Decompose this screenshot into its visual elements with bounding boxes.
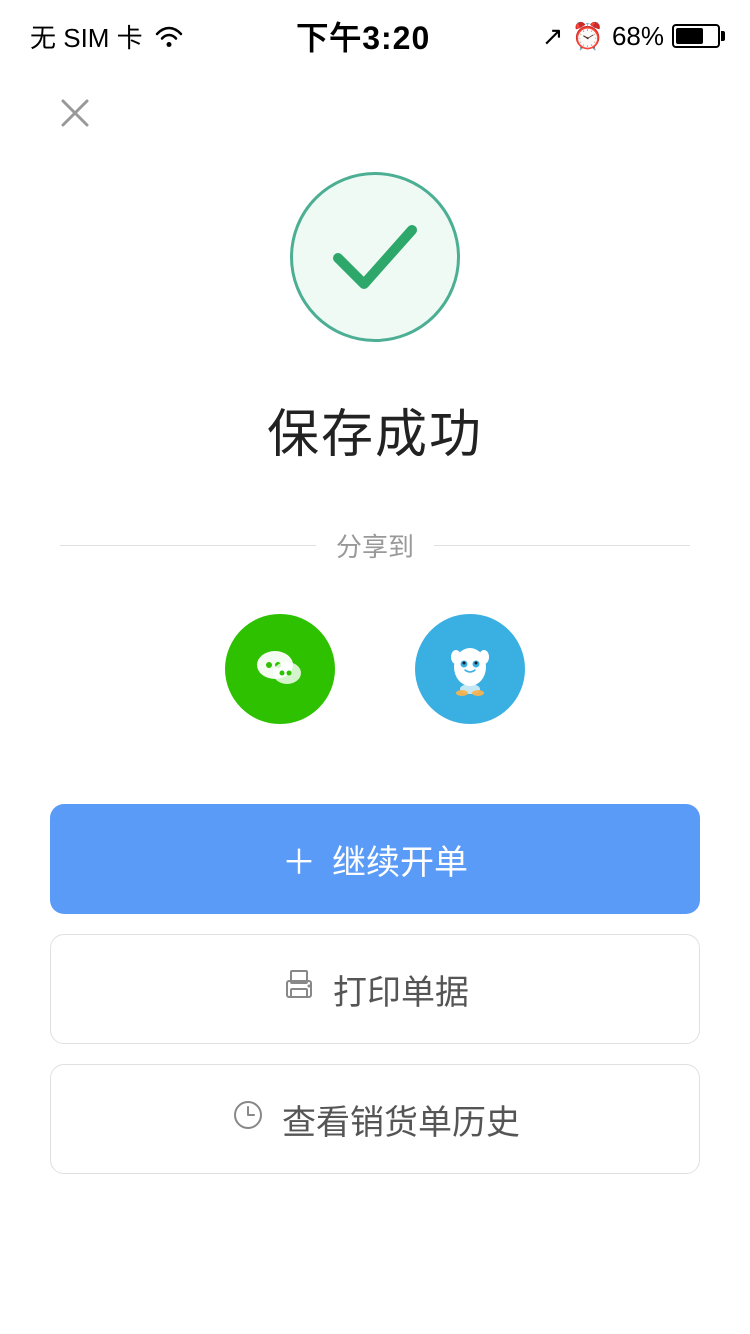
- action-buttons: ＋ 继续开单 打印单据 查看销货单历史: [0, 804, 750, 1174]
- status-bar: 无 SIM 卡 下午3:20 ↗ ⏰ 68%: [0, 0, 750, 72]
- divider-label: 分享到: [316, 527, 434, 564]
- status-left: 无 SIM 卡: [30, 18, 185, 55]
- divider-right: [434, 545, 690, 546]
- status-time: 下午3:20: [296, 13, 430, 59]
- status-right: ↗ ⏰ 68%: [542, 21, 720, 52]
- qq-icon: [438, 637, 502, 701]
- checkmark-icon: [330, 222, 420, 292]
- main-content: 保存成功 分享到: [0, 72, 750, 1174]
- history-label: 查看销货单历史: [282, 1095, 520, 1144]
- plus-icon: ＋: [282, 835, 316, 884]
- qq-share-button[interactable]: [415, 614, 525, 724]
- close-button[interactable]: [50, 88, 100, 138]
- print-label: 打印单据: [333, 965, 469, 1014]
- history-icon: [230, 1097, 266, 1142]
- printer-icon: [281, 967, 317, 1012]
- alarm-icon: ⏰: [572, 21, 604, 52]
- battery-icon: [672, 24, 720, 48]
- share-divider: 分享到: [0, 527, 750, 564]
- divider-left: [60, 545, 316, 546]
- wifi-icon: [153, 25, 185, 47]
- continue-order-label: 继续开单: [332, 835, 468, 884]
- print-button[interactable]: 打印单据: [50, 934, 700, 1044]
- wechat-icon: [248, 637, 312, 701]
- success-title: 保存成功: [267, 392, 483, 467]
- carrier-text: 无 SIM 卡: [30, 18, 143, 55]
- share-icons: [225, 614, 525, 724]
- location-icon: ↗: [542, 21, 564, 52]
- battery-percent: 68%: [612, 21, 664, 52]
- history-button[interactable]: 查看销货单历史: [50, 1064, 700, 1174]
- continue-order-button[interactable]: ＋ 继续开单: [50, 804, 700, 914]
- success-circle: [290, 172, 460, 342]
- wechat-share-button[interactable]: [225, 614, 335, 724]
